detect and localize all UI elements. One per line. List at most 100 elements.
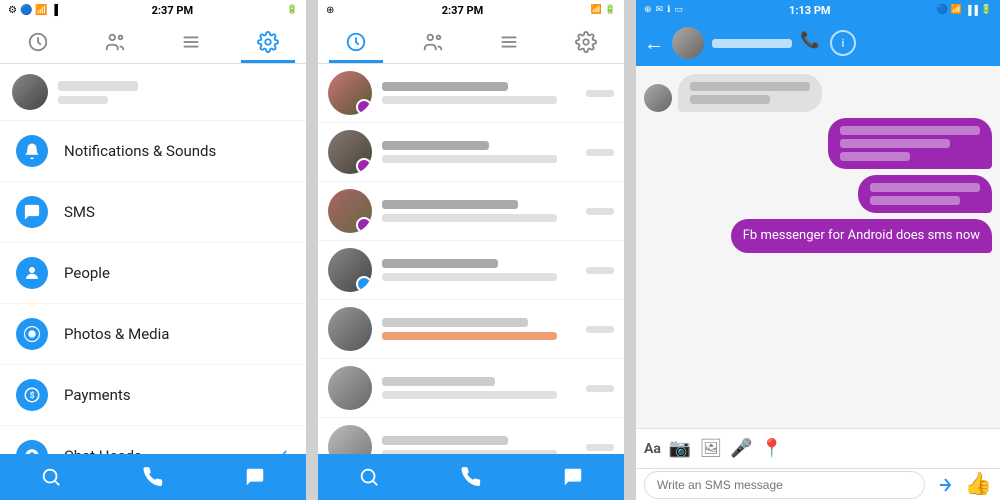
conv-name-5 xyxy=(382,318,528,327)
keyboard-icon[interactable]: Aa xyxy=(644,441,661,457)
bottom-chat[interactable] xyxy=(204,454,306,500)
conv-item-1[interactable] xyxy=(318,64,624,123)
menu-chatheads-label: Chat Heads xyxy=(64,447,259,454)
screen-icon-chat: ▭ xyxy=(675,5,684,15)
photos-icon-circle xyxy=(16,318,48,350)
menu-photos[interactable]: Photos & Media xyxy=(0,304,306,365)
menu-chatheads[interactable]: Chat Heads ✓ xyxy=(0,426,306,454)
conv-info-5 xyxy=(382,318,576,340)
info-circle-icon[interactable]: i xyxy=(830,30,856,56)
signal-icon-chat: ▐▐ xyxy=(965,5,978,16)
status-bar-right: 🔋 xyxy=(287,5,298,15)
bubble-sent-2 xyxy=(858,175,992,213)
status-bar-conv: ⊕ 2:37 PM 📶 🔋 xyxy=(318,0,624,20)
conv-msg-5 xyxy=(382,332,557,340)
payments-icon-circle: $ xyxy=(16,379,48,411)
menu-notifications[interactable]: Notifications & Sounds xyxy=(0,121,306,182)
conv-name-3 xyxy=(382,200,518,209)
conv-item-5[interactable] xyxy=(318,300,624,359)
conv-name-1 xyxy=(382,82,508,91)
conv-name-2 xyxy=(382,141,489,150)
conv-bottom-search[interactable] xyxy=(318,454,420,500)
conv-avatar-5 xyxy=(328,307,372,351)
tab-list[interactable] xyxy=(153,20,230,63)
bottom-search[interactable] xyxy=(0,454,102,500)
nav-tabs-conv xyxy=(318,20,624,64)
menu-notifications-label: Notifications & Sounds xyxy=(64,142,290,160)
chat-status-left: ⊕ ✉ ℹ ▭ xyxy=(644,5,683,15)
conv-item-4[interactable] xyxy=(318,241,624,300)
status-bar-left: ⚙ 🔵 📶 ▐ xyxy=(8,5,58,16)
conv-time-7 xyxy=(586,444,614,451)
conv-item-7[interactable] xyxy=(318,418,624,454)
tab-settings[interactable] xyxy=(230,20,307,63)
tab-conv-list[interactable] xyxy=(471,20,548,63)
tab-conv-recent[interactable] xyxy=(318,20,395,63)
profile-name xyxy=(58,81,138,91)
camera-icon[interactable]: 📷 xyxy=(669,438,691,459)
image-icon[interactable]: 🖼 xyxy=(699,438,722,459)
conv-name-6 xyxy=(382,377,495,386)
nav-tabs-settings xyxy=(0,20,306,64)
back-button[interactable]: ← xyxy=(644,31,664,56)
conv-item-2[interactable] xyxy=(318,123,624,182)
tab-recent[interactable] xyxy=(0,20,77,63)
conv-name-4 xyxy=(382,259,498,268)
menu-sms-label: SMS xyxy=(64,203,290,221)
menu-sms[interactable]: SMS xyxy=(0,182,306,243)
conv-item-3[interactable] xyxy=(318,182,624,241)
conv-bottom-chat[interactable] xyxy=(522,454,624,500)
mic-icon[interactable]: 🎤 xyxy=(730,438,752,459)
chat-input-field[interactable] xyxy=(644,471,925,499)
bt-icon-chat: 🔵 xyxy=(937,5,948,15)
bubble-sent-1 xyxy=(828,118,992,169)
menu-payments[interactable]: $ Payments xyxy=(0,365,306,426)
sms-icon-circle xyxy=(16,196,48,228)
phone-call-icon[interactable]: 📞 xyxy=(800,30,820,56)
conv-msg-4 xyxy=(382,273,557,281)
conv-time: 2:37 PM xyxy=(442,4,484,17)
tab-people[interactable] xyxy=(77,20,154,63)
conv-avatar-2 xyxy=(328,130,372,174)
conv-info-6 xyxy=(382,377,576,399)
chatheads-checkmark: ✓ xyxy=(275,446,290,455)
badge-4 xyxy=(356,276,372,292)
msg-icon-chat: ✉ xyxy=(656,5,664,15)
bottom-nav-conv xyxy=(318,454,624,500)
avatar xyxy=(12,74,48,110)
conv-bottom-phone[interactable] xyxy=(420,454,522,500)
thumbs-up-button[interactable]: 👍 xyxy=(965,472,992,497)
blur-sent2-1 xyxy=(870,183,980,192)
blur-sent-2 xyxy=(840,139,950,148)
send-button[interactable] xyxy=(931,471,959,499)
conv-time-2 xyxy=(586,149,614,156)
info-icon-chat: ℹ xyxy=(667,5,670,15)
conversation-list xyxy=(318,64,624,454)
menu-people[interactable]: People xyxy=(0,243,306,304)
badge-2 xyxy=(356,158,372,174)
notifications-icon-circle xyxy=(16,135,48,167)
conv-item-6[interactable] xyxy=(318,359,624,418)
bottom-phone[interactable] xyxy=(102,454,204,500)
bubble-received-1 xyxy=(678,74,822,112)
conv-avatar-4 xyxy=(328,248,372,292)
chat-header: ← 📞 i xyxy=(636,20,1000,66)
conv-msg-2 xyxy=(382,155,557,163)
conv-info-1 xyxy=(382,82,576,104)
conv-info-4 xyxy=(382,259,576,281)
chat-status-time: 1:13 PM xyxy=(789,4,831,17)
blur-line-2 xyxy=(690,95,770,104)
blur-sent-3 xyxy=(840,152,910,161)
status-bar-settings: ⚙ 🔵 📶 ▐ 2:37 PM 🔋 xyxy=(0,0,306,20)
conv-avatar-1 xyxy=(328,71,372,115)
bluetooth-icon: ⚙ xyxy=(8,5,17,16)
tab-conv-people[interactable] xyxy=(395,20,472,63)
menu-photos-label: Photos & Media xyxy=(64,325,290,343)
location-icon[interactable]: 📍 xyxy=(761,438,783,459)
chatheads-icon-circle xyxy=(16,440,48,454)
conv-msg-3 xyxy=(382,214,557,222)
tab-conv-settings[interactable] xyxy=(548,20,625,63)
battery-bar: 🔋 xyxy=(605,5,616,15)
conv-avatar-7 xyxy=(328,425,372,454)
badge-3 xyxy=(356,217,372,233)
